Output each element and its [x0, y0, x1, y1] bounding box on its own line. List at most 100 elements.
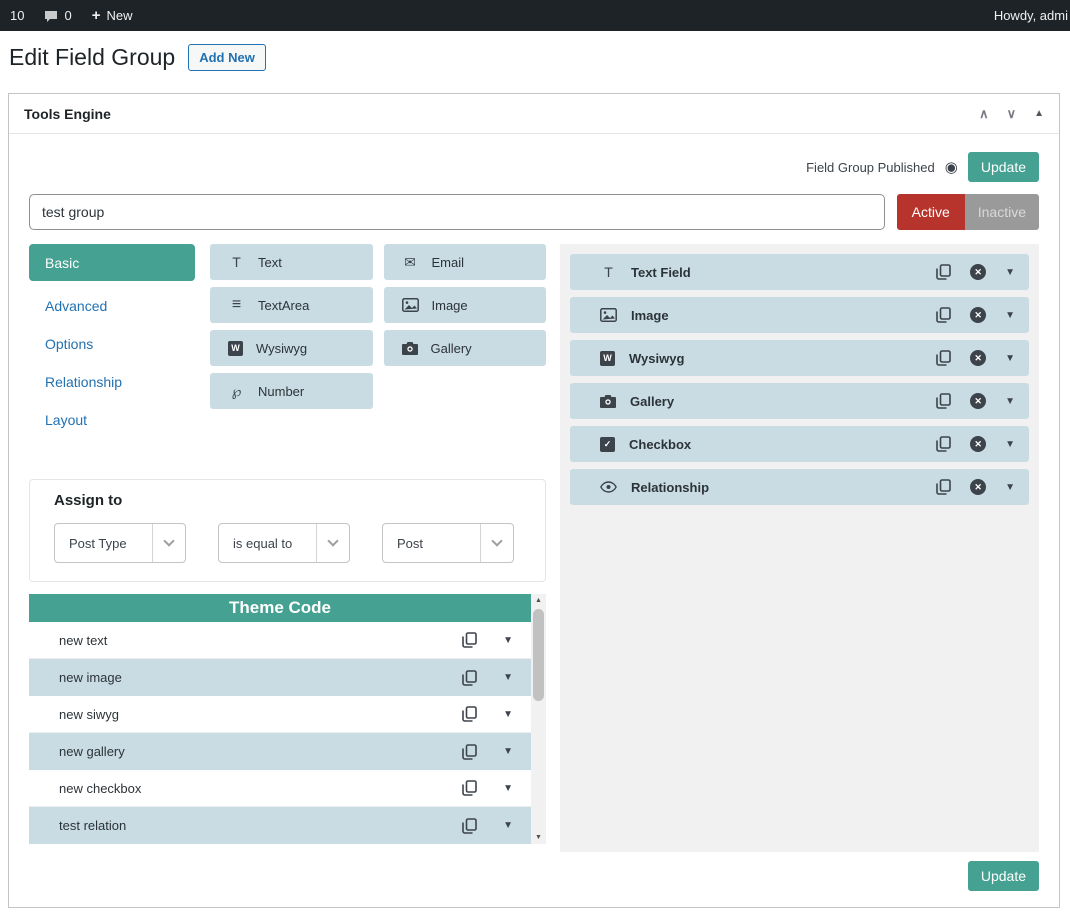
field-row-gallery[interactable]: Gallery ✕ ▼: [570, 383, 1029, 419]
field-type-tiles: T Text ✉ Email ≡ TextArea Image W Wysiwy…: [210, 244, 546, 439]
admin-bar-new[interactable]: + New: [82, 0, 143, 31]
copy-icon[interactable]: [936, 264, 951, 280]
caret-down-icon[interactable]: ▼: [1005, 482, 1015, 493]
group-name-input[interactable]: [29, 194, 885, 230]
chevron-down-icon: [480, 524, 513, 562]
camera-icon: [401, 341, 418, 355]
field-type-tabs: Basic Advanced Options Relationship Layo…: [29, 244, 195, 439]
admin-bar-howdy[interactable]: Howdy, admi: [984, 0, 1070, 31]
field-type-text[interactable]: T Text: [210, 244, 373, 280]
caret-down-icon[interactable]: ▼: [1005, 396, 1015, 407]
theme-row-label: new siwyg: [59, 706, 119, 722]
caret-down-icon[interactable]: ▼: [503, 672, 513, 683]
delete-icon[interactable]: ✕: [970, 479, 987, 495]
update-button-bottom[interactable]: Update: [967, 861, 1039, 891]
delete-icon[interactable]: ✕: [970, 264, 987, 280]
delete-icon[interactable]: ✕: [970, 436, 987, 452]
field-label: Relationship: [631, 479, 710, 495]
assign-param-select[interactable]: Post Type: [54, 523, 186, 563]
left-column: Basic Advanced Options Relationship Layo…: [29, 244, 546, 852]
caret-down-icon[interactable]: ▼: [1005, 353, 1015, 364]
assign-to-title: Assign to: [54, 492, 123, 509]
collapse-toggle-icon[interactable]: ▲: [1034, 108, 1044, 119]
tile-label: TextArea: [258, 297, 310, 313]
theme-code-row: new text ▼: [29, 622, 531, 659]
copy-icon[interactable]: [462, 632, 477, 648]
field-row-image[interactable]: Image ✕ ▼: [570, 297, 1029, 333]
checkbox-icon: ✓: [600, 436, 615, 452]
theme-code-scrollbar[interactable]: ▲ ▼: [531, 594, 546, 844]
tab-relationship[interactable]: Relationship: [29, 363, 195, 401]
chevron-down-icon: [152, 524, 185, 562]
updates-count: 10: [10, 8, 25, 23]
scroll-down-icon[interactable]: ▼: [535, 831, 542, 844]
tile-label: Number: [258, 383, 305, 399]
assign-value-select[interactable]: Post: [382, 523, 514, 563]
copy-icon[interactable]: [462, 706, 477, 722]
move-up-icon[interactable]: ∧: [979, 106, 989, 122]
copy-icon[interactable]: [936, 393, 951, 409]
tab-options[interactable]: Options: [29, 325, 195, 363]
tools-engine-panel: Tools Engine ∧ ∨ ▲ Field Group Published…: [8, 93, 1060, 908]
publish-row: Field Group Published ◉ Update: [29, 152, 1039, 182]
tab-layout[interactable]: Layout: [29, 401, 195, 439]
caret-down-icon[interactable]: ▼: [503, 709, 513, 720]
select-value: Post: [397, 535, 424, 551]
add-new-button[interactable]: Add New: [188, 44, 266, 71]
copy-icon[interactable]: [462, 743, 477, 760]
visibility-icon[interactable]: ◉: [945, 158, 958, 176]
scroll-up-icon[interactable]: ▲: [535, 594, 542, 607]
caret-down-icon[interactable]: ▼: [1005, 439, 1015, 450]
field-row-checkbox[interactable]: ✓ Checkbox ✕ ▼: [570, 426, 1029, 462]
scrollbar-thumb[interactable]: [533, 609, 544, 701]
tile-label: Gallery: [430, 340, 472, 356]
image-icon: [600, 308, 617, 322]
delete-icon[interactable]: ✕: [970, 393, 987, 409]
new-label: New: [106, 8, 133, 23]
caret-down-icon[interactable]: ▼: [503, 746, 513, 757]
move-down-icon[interactable]: ∨: [1007, 106, 1017, 122]
assign-to-box: Assign to Post Type is equal to Post: [29, 479, 546, 582]
active-button[interactable]: Active: [896, 194, 965, 230]
field-type-number[interactable]: ℘ Number: [210, 373, 373, 409]
field-label: Gallery: [630, 393, 675, 409]
tab-advanced[interactable]: Advanced: [29, 287, 195, 325]
update-button-top[interactable]: Update: [967, 152, 1039, 182]
field-type-wysiwyg[interactable]: W Wysiwyg: [210, 330, 373, 366]
copy-icon[interactable]: [936, 479, 951, 495]
theme-code-row: new checkbox ▼: [29, 770, 531, 807]
text-icon: T: [232, 254, 241, 270]
field-row-relationship[interactable]: Relationship ✕ ▼: [570, 469, 1029, 505]
caret-down-icon[interactable]: ▼: [503, 820, 513, 831]
delete-icon[interactable]: ✕: [970, 307, 987, 323]
copy-icon[interactable]: [462, 669, 477, 686]
admin-bar-updates[interactable]: 10: [0, 0, 34, 31]
copy-icon[interactable]: [936, 307, 951, 323]
image-icon: [401, 298, 419, 312]
field-label: Image: [631, 307, 669, 323]
field-type-gallery[interactable]: Gallery: [383, 330, 546, 366]
inactive-button[interactable]: Inactive: [964, 194, 1039, 230]
field-row-wysiwyg[interactable]: W Wysiwyg ✕ ▼: [570, 340, 1029, 376]
delete-icon[interactable]: ✕: [970, 350, 987, 366]
field-type-email[interactable]: ✉ Email: [383, 244, 546, 280]
theme-code-row: new siwyg ▼: [29, 696, 531, 733]
copy-icon[interactable]: [936, 436, 951, 452]
panel-title: Tools Engine: [24, 105, 111, 122]
field-type-textarea[interactable]: ≡ TextArea: [210, 287, 373, 323]
page-title: Edit Field Group: [9, 44, 176, 70]
copy-icon[interactable]: [936, 350, 951, 366]
caret-down-icon[interactable]: ▼: [503, 783, 513, 794]
copy-icon[interactable]: [462, 817, 477, 834]
admin-bar-comments[interactable]: 0: [34, 0, 81, 31]
caret-down-icon[interactable]: ▼: [503, 635, 513, 646]
field-type-image[interactable]: Image: [383, 287, 546, 323]
caret-down-icon[interactable]: ▼: [1005, 310, 1015, 321]
published-label: Field Group Published: [806, 159, 935, 175]
tab-basic[interactable]: Basic: [29, 244, 195, 281]
howdy-text: Howdy, admi: [993, 8, 1068, 23]
copy-icon[interactable]: [462, 780, 477, 796]
field-row-text[interactable]: T Text Field ✕ ▼: [570, 254, 1029, 290]
caret-down-icon[interactable]: ▼: [1005, 267, 1015, 278]
assign-operator-select[interactable]: is equal to: [218, 523, 350, 563]
